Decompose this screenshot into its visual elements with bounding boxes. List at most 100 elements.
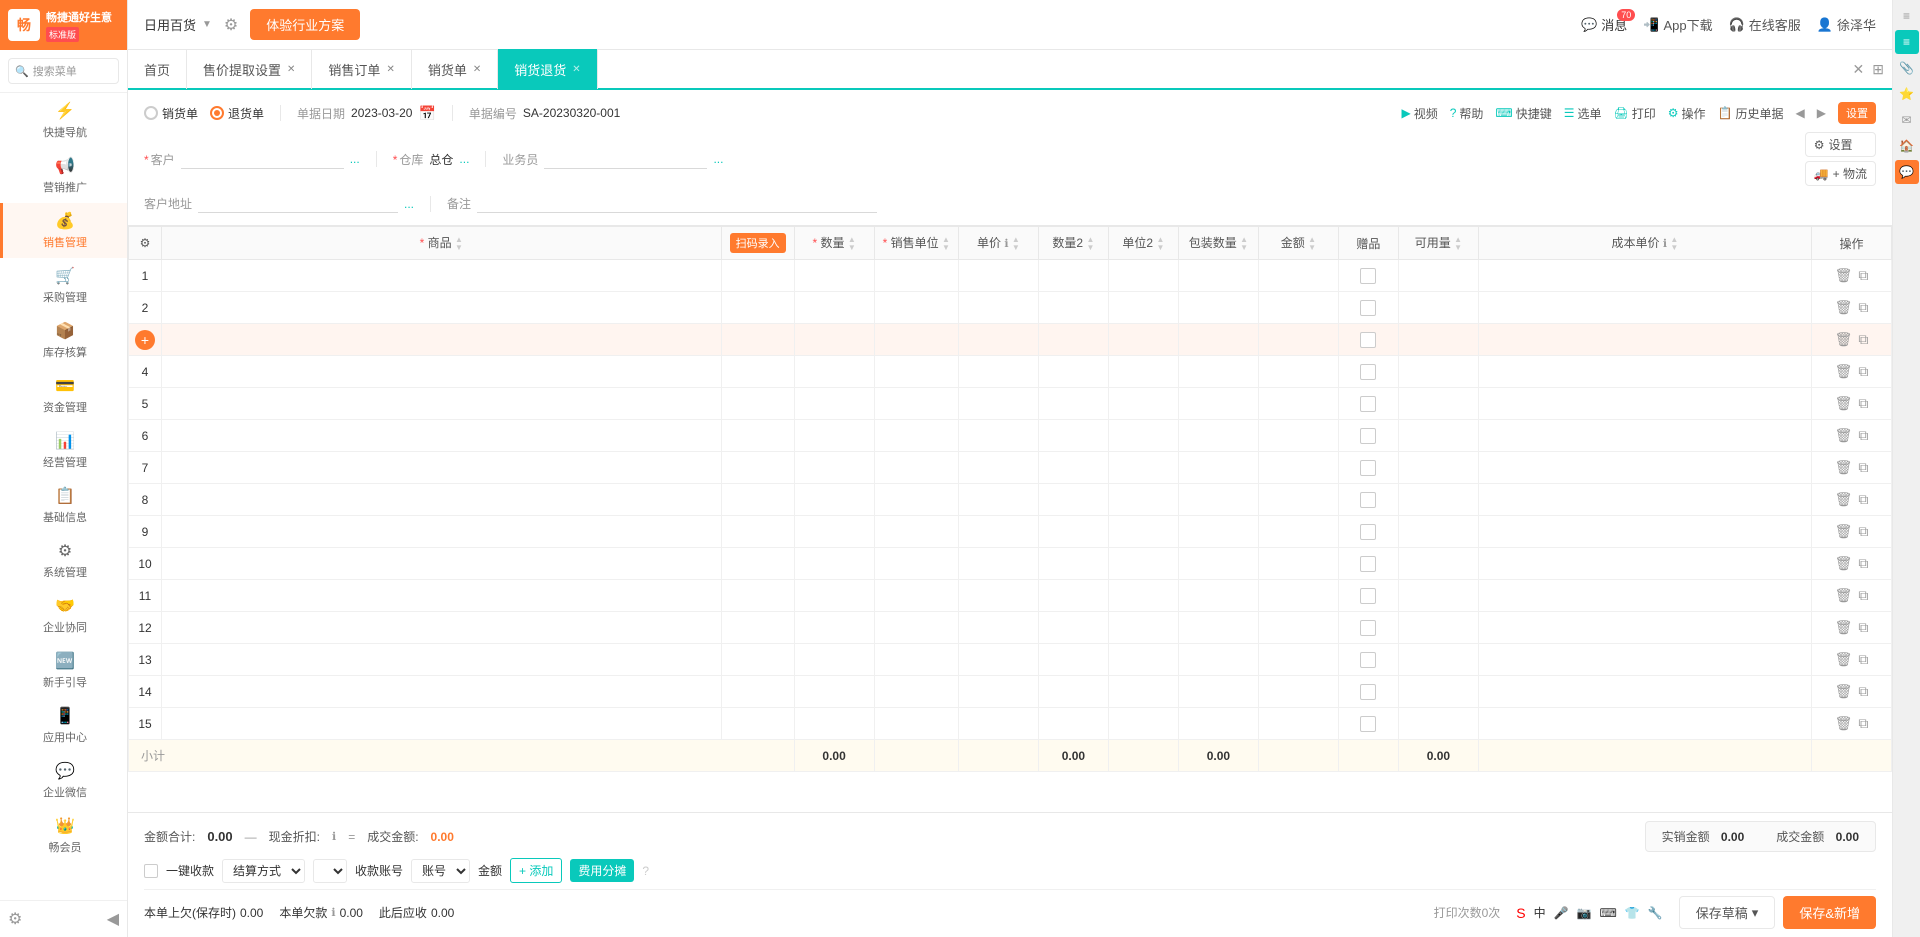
sidebar-item-finance[interactable]: 💳 资金管理 — [0, 368, 127, 423]
summary-select[interactable] — [313, 859, 347, 883]
tab-sale-price[interactable]: 售价提取设置 ✕ — [187, 49, 312, 89]
logistics-btn[interactable]: 🚚 + 物流 — [1805, 161, 1876, 186]
column-settings-icon[interactable]: ⚙ — [140, 236, 151, 250]
sidebar-item-app[interactable]: 📱 应用中心 — [0, 698, 127, 753]
sidebar-item-inventory[interactable]: 📦 库存核算 — [0, 313, 127, 368]
radio-return[interactable]: 退货单 — [210, 105, 264, 122]
add-row-button[interactable]: + — [135, 330, 155, 350]
gift-checkbox-3[interactable] — [1360, 332, 1376, 348]
gift-checkbox-15[interactable] — [1360, 716, 1376, 732]
delete-icon-10[interactable]: 🗑 — [1835, 555, 1853, 572]
gift-checkbox-5[interactable] — [1360, 396, 1376, 412]
delete-row-icon-3[interactable]: 🗑 — [1835, 331, 1853, 348]
tab-sale-out-close[interactable]: ✕ — [473, 64, 481, 75]
gift-checkbox-2[interactable] — [1360, 300, 1376, 316]
delete-icon-8[interactable]: 🗑 — [1835, 491, 1853, 508]
sidebar-item-basic[interactable]: 📋 基础信息 — [0, 478, 127, 533]
address-input[interactable] — [198, 194, 398, 213]
one-click-pay-checkbox[interactable] — [144, 864, 158, 878]
copy-icon-9[interactable]: ⧉ — [1858, 523, 1868, 540]
operate-btn[interactable]: ⚙ 操作 — [1668, 105, 1706, 122]
print-btn[interactable]: 🖨 打印 — [1614, 105, 1656, 122]
gift-checkbox-12[interactable] — [1360, 620, 1376, 636]
help-btn[interactable]: ? 帮助 — [1450, 105, 1484, 122]
sidebar-item-shortcut[interactable]: ⚡ 快捷导航 — [0, 93, 127, 148]
right-panel-btn-orange[interactable]: 💬 — [1895, 160, 1919, 184]
right-panel-btn-1[interactable]: ≡ — [1895, 4, 1919, 28]
copy-icon-14[interactable]: ⧉ — [1858, 683, 1868, 700]
product-input-3[interactable] — [168, 333, 715, 347]
message-button[interactable]: 💬 消息 70 — [1581, 15, 1627, 34]
right-panel-btn-2[interactable]: ≡ — [1895, 30, 1919, 54]
unit-price-info-icon[interactable]: ℹ — [1004, 238, 1008, 250]
copy-icon-13[interactable]: ⧉ — [1858, 651, 1868, 668]
delete-icon-14[interactable]: 🗑 — [1835, 683, 1853, 700]
copy-icon-11[interactable]: ⧉ — [1858, 587, 1868, 604]
radio-sale-out[interactable]: 销货单 — [144, 105, 198, 122]
right-panel-btn-4[interactable]: ⭐ — [1895, 82, 1919, 106]
sidebar-item-wechat[interactable]: 💬 企业微信 — [0, 753, 127, 808]
history-btn[interactable]: 📋 历史单据 — [1718, 105, 1784, 122]
sidebar-item-guide[interactable]: 🆕 新手引导 — [0, 643, 127, 698]
gift-checkbox-1[interactable] — [1360, 268, 1376, 284]
tab-sale-price-close[interactable]: ✕ — [287, 64, 295, 75]
address-selector[interactable]: ... — [404, 197, 414, 211]
scan-input-button[interactable]: 扫码录入 — [730, 233, 786, 253]
save-new-button[interactable]: 保存&新增 — [1783, 896, 1876, 929]
sidebar-item-enterprise[interactable]: 🤝 企业协同 — [0, 588, 127, 643]
copy-icon-10[interactable]: ⧉ — [1858, 555, 1868, 572]
delete-icon-11[interactable]: 🗑 — [1835, 587, 1853, 604]
maximize-button[interactable]: ⊞ — [1872, 61, 1884, 78]
topbar-settings-icon[interactable]: ⚙ — [224, 15, 238, 35]
warehouse-selector[interactable]: ... — [459, 152, 469, 166]
delete-row-icon-1[interactable]: 🗑 — [1835, 267, 1853, 284]
tab-sale-order-close[interactable]: ✕ — [386, 64, 394, 75]
add-payment-button[interactable]: + 添加 — [510, 858, 562, 883]
close-tab-button[interactable]: ✕ — [1853, 61, 1865, 78]
gift-checkbox-6[interactable] — [1360, 428, 1376, 444]
calendar-icon[interactable]: 📅 — [418, 105, 435, 122]
copy-icon-7[interactable]: ⧉ — [1858, 459, 1868, 476]
delete-icon-9[interactable]: 🗑 — [1835, 523, 1853, 540]
history-nav-next[interactable]: ▶ — [1817, 106, 1826, 120]
user-profile-button[interactable]: 👤 徐泽华 — [1817, 15, 1876, 34]
copy-row-icon-1[interactable]: ⧉ — [1858, 267, 1868, 284]
copy-icon-12[interactable]: ⧉ — [1858, 619, 1868, 636]
history-nav-prev[interactable]: ◀ — [1796, 106, 1805, 120]
staff-input[interactable] — [544, 150, 707, 169]
delete-icon-4[interactable]: 🗑 — [1835, 363, 1853, 380]
gift-checkbox-10[interactable] — [1360, 556, 1376, 572]
delete-icon-12[interactable]: 🗑 — [1835, 619, 1853, 636]
copy-icon-4[interactable]: ⧉ — [1858, 363, 1868, 380]
video-btn[interactable]: ▶ 视频 — [1401, 105, 1437, 122]
copy-icon-15[interactable]: ⧉ — [1858, 715, 1868, 732]
gift-checkbox-8[interactable] — [1360, 492, 1376, 508]
tab-sale-order[interactable]: 销售订单 ✕ — [312, 49, 411, 89]
delete-icon-15[interactable]: 🗑 — [1835, 715, 1853, 732]
remark-input[interactable] — [477, 194, 877, 213]
save-draft-button[interactable]: 保存草稿 ▾ — [1679, 896, 1776, 929]
sidebar-item-sales[interactable]: 💰 销售管理 — [0, 203, 127, 258]
sidebar-item-system[interactable]: ⚙ 系统管理 — [0, 533, 127, 588]
select-btn[interactable]: ☰ 选单 — [1564, 105, 1602, 122]
delete-icon-13[interactable]: 🗑 — [1835, 651, 1853, 668]
gift-checkbox-14[interactable] — [1360, 684, 1376, 700]
copy-icon-5[interactable]: ⧉ — [1858, 395, 1868, 412]
sidebar-settings-button[interactable]: ⚙ — [8, 909, 22, 929]
app-download-button[interactable]: 📲 App下载 — [1643, 15, 1712, 34]
tab-sale-out[interactable]: 销货单 ✕ — [412, 49, 498, 89]
copy-icon-8[interactable]: ⧉ — [1858, 491, 1868, 508]
daily-goods-selector[interactable]: 日用百货 ▼ — [144, 15, 212, 34]
tab-sale-return[interactable]: 销货退货 ✕ — [498, 49, 597, 89]
customer-input[interactable] — [181, 150, 344, 169]
sidebar-item-marketing[interactable]: 📢 营销推广 — [0, 148, 127, 203]
cost-price-info-icon[interactable]: ℹ — [1663, 238, 1667, 250]
right-panel-btn-6[interactable]: 🏠 — [1895, 134, 1919, 158]
tab-home[interactable]: 首页 — [128, 49, 187, 89]
tab-sale-return-close[interactable]: ✕ — [572, 64, 580, 75]
shortcut-btn[interactable]: ⌨ 快捷键 — [1495, 105, 1551, 122]
delete-icon-7[interactable]: 🗑 — [1835, 459, 1853, 476]
experience-plan-button[interactable]: 体验行业方案 — [250, 9, 360, 40]
right-panel-btn-3[interactable]: 📎 — [1895, 56, 1919, 80]
delete-icon-5[interactable]: 🗑 — [1835, 395, 1853, 412]
